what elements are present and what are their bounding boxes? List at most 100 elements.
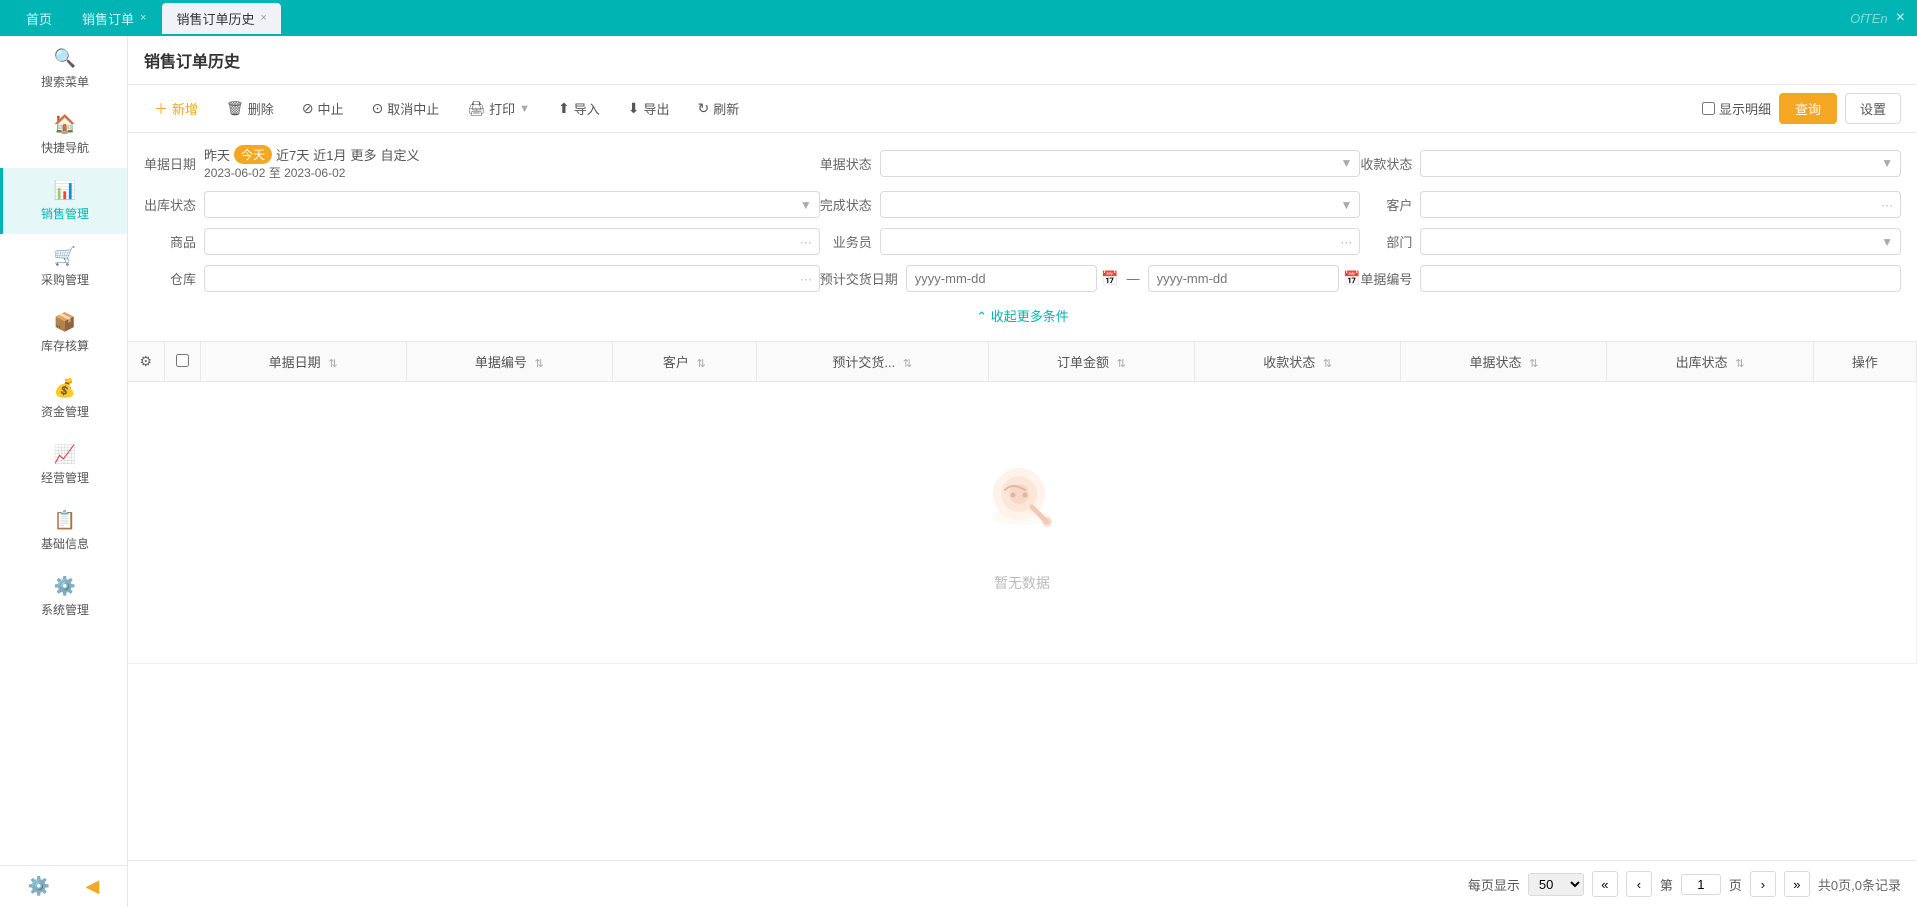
- dept-select[interactable]: [1420, 228, 1901, 255]
- first-page-btn[interactable]: «: [1592, 871, 1618, 897]
- sort-customer-icon[interactable]: ⇅: [696, 358, 705, 370]
- filter-row-1: 单据日期 昨天 今天 近7天 近1月 更多 自定义 2023-06-02 至 2…: [144, 145, 1901, 181]
- collapse-row[interactable]: ⌃ 收起更多条件: [144, 302, 1901, 329]
- date-yesterday[interactable]: 昨天: [204, 145, 230, 164]
- display-toggle[interactable]: 显示明细: [1702, 99, 1771, 118]
- sidebar-item-basic-info[interactable]: 📋基础信息: [0, 498, 127, 564]
- sidebar-label-purchase-mgmt: 采购管理: [41, 271, 89, 288]
- operations-icon: 📈: [54, 444, 76, 465]
- delivery-date-range: 📅 — 📅: [906, 265, 1361, 292]
- customer-label: 客户: [1360, 195, 1420, 214]
- sort-pay-status-icon[interactable]: ⇅: [1323, 358, 1332, 370]
- sort-docno-icon[interactable]: ⇅: [535, 358, 544, 370]
- delivery-date-end[interactable]: [1148, 265, 1339, 292]
- dept-select-wrap: ▼: [1420, 228, 1901, 255]
- complete-select[interactable]: [880, 191, 1361, 218]
- sidebar-item-purchase-mgmt[interactable]: 🛒 采购管理: [0, 234, 127, 300]
- col-check: [164, 342, 200, 382]
- filter-out-stock: 出库状态 ▼: [144, 191, 820, 218]
- date-quick-group: 昨天 今天 近7天 近1月 更多 自定义: [204, 145, 820, 164]
- doc-status-select[interactable]: [880, 150, 1361, 177]
- warehouse-input-wrap: ···: [204, 265, 820, 292]
- sidebar-item-sys-mgmt[interactable]: ⚙️系统管理: [0, 564, 127, 630]
- filter-delivery-date: 预计交货日期 📅 — 📅: [820, 265, 1361, 292]
- date-more[interactable]: 更多: [351, 145, 377, 164]
- salesman-label: 业务员: [820, 232, 880, 251]
- prev-page-btn[interactable]: ‹: [1626, 871, 1652, 897]
- export-button[interactable]: ⬇ 导出: [618, 94, 680, 123]
- sidebar-item-finance[interactable]: 💰资金管理: [0, 366, 127, 432]
- delete-button[interactable]: 🗑 删除: [216, 94, 284, 123]
- goods-input[interactable]: [204, 228, 820, 255]
- col-date: 单据日期 ⇅: [200, 342, 406, 382]
- date-1month[interactable]: 近1月: [313, 145, 346, 164]
- empty-row: 暂无数据: [128, 382, 1917, 664]
- page-title: 销售订单历史: [144, 48, 1901, 72]
- pay-status-select[interactable]: [1420, 150, 1901, 177]
- date-7days[interactable]: 近7天: [276, 145, 309, 164]
- date-label: 单据日期: [144, 154, 204, 173]
- filter-complete: 完成状态 ▼: [820, 191, 1361, 218]
- customer-input[interactable]: [1420, 191, 1901, 218]
- cancel-stop-button[interactable]: ⊙ 取消中止: [362, 94, 450, 123]
- new-button[interactable]: ＋ 新增: [144, 94, 208, 124]
- calendar-end-icon[interactable]: 📅: [1343, 270, 1360, 287]
- print-button[interactable]: 🖨 打印 ▼: [457, 94, 540, 123]
- sidebar-item-quick-nav[interactable]: 🏠快捷导航: [0, 102, 127, 168]
- purchase-mgmt-icon: 🛒: [54, 246, 76, 267]
- print-icon: 🖨: [467, 100, 485, 117]
- window-close-btn[interactable]: ×: [1896, 9, 1905, 27]
- doc-no-input[interactable]: [1420, 265, 1901, 292]
- page-size-select[interactable]: 50 10 20 100: [1528, 873, 1584, 896]
- sidebar-item-sales-mgmt[interactable]: 📊销售管理: [0, 168, 127, 234]
- sidebar-collapse-icon[interactable]: ◀: [85, 876, 99, 897]
- salesman-input[interactable]: [880, 228, 1361, 255]
- select-all-checkbox[interactable]: [176, 354, 189, 367]
- display-toggle-checkbox[interactable]: [1702, 102, 1715, 115]
- next-page-btn[interactable]: ›: [1750, 871, 1776, 897]
- stop-button[interactable]: ⊘ 中止: [292, 94, 354, 123]
- table-settings-btn[interactable]: ⚙: [139, 353, 152, 370]
- sidebar-label-basic-info: 基础信息: [41, 535, 89, 552]
- sidebar-item-operations[interactable]: 📈经营管理: [0, 432, 127, 498]
- filter-doc-no: 单据编号: [1360, 265, 1901, 292]
- filter-row-4: 仓库 ··· 预计交货日期 📅 — 📅: [144, 265, 1901, 292]
- sidebar-item-inventory[interactable]: 📦库存核算: [0, 300, 127, 366]
- tab-close-icon[interactable]: ×: [140, 12, 146, 24]
- tab-close-icon[interactable]: ×: [260, 12, 266, 24]
- tab-首页[interactable]: 首页: [12, 3, 66, 34]
- tab-销售订单历史[interactable]: 销售订单历史×: [162, 3, 280, 34]
- sidebar-settings-icon[interactable]: ⚙️: [28, 876, 50, 897]
- calendar-start-icon[interactable]: 📅: [1101, 270, 1118, 287]
- query-button[interactable]: 查询: [1779, 93, 1837, 124]
- filter-pay-status: 收款状态 ▼: [1360, 150, 1901, 177]
- table-container: ⚙ 单据日期 ⇅ 单据编号 ⇅: [128, 342, 1917, 860]
- refresh-button[interactable]: ↻ 刷新: [688, 94, 750, 123]
- tab-销售订单[interactable]: 销售订单×: [68, 3, 160, 34]
- set-button[interactable]: 设置: [1845, 93, 1901, 124]
- refresh-icon: ↻: [698, 100, 710, 117]
- empty-text: 暂无数据: [994, 573, 1050, 593]
- delivery-date-start[interactable]: [906, 265, 1097, 292]
- sort-date-icon[interactable]: ⇅: [328, 358, 337, 370]
- sidebar-bottom: ⚙️ ◀: [0, 865, 127, 907]
- sidebar-item-search-menu[interactable]: 🔍搜索菜单: [0, 36, 127, 102]
- page-input[interactable]: [1681, 874, 1721, 895]
- import-button[interactable]: ⬆ 导入: [548, 94, 610, 123]
- sort-doc-status-icon[interactable]: ⇅: [1529, 358, 1538, 370]
- date-today[interactable]: 今天: [234, 145, 272, 164]
- out-stock-select[interactable]: [204, 191, 820, 218]
- doc-no-label: 单据编号: [1360, 269, 1420, 288]
- last-page-btn[interactable]: »: [1784, 871, 1810, 897]
- sort-out-stock-icon[interactable]: ⇅: [1735, 358, 1744, 370]
- delivery-date-label: 预计交货日期: [820, 269, 906, 288]
- top-bar-right: OfTEn ×: [1850, 9, 1905, 27]
- warehouse-input[interactable]: [204, 265, 820, 292]
- filter-dept: 部门 ▼: [1360, 228, 1901, 255]
- filter-row-2: 出库状态 ▼ 完成状态 ▼: [144, 191, 1901, 218]
- date-custom[interactable]: 自定义: [381, 145, 420, 164]
- empty-state: 暂无数据: [136, 392, 1908, 653]
- often-label: OfTEn: [1850, 11, 1888, 26]
- sort-delivery-icon[interactable]: ⇅: [903, 358, 912, 370]
- sort-amount-icon[interactable]: ⇅: [1117, 358, 1126, 370]
